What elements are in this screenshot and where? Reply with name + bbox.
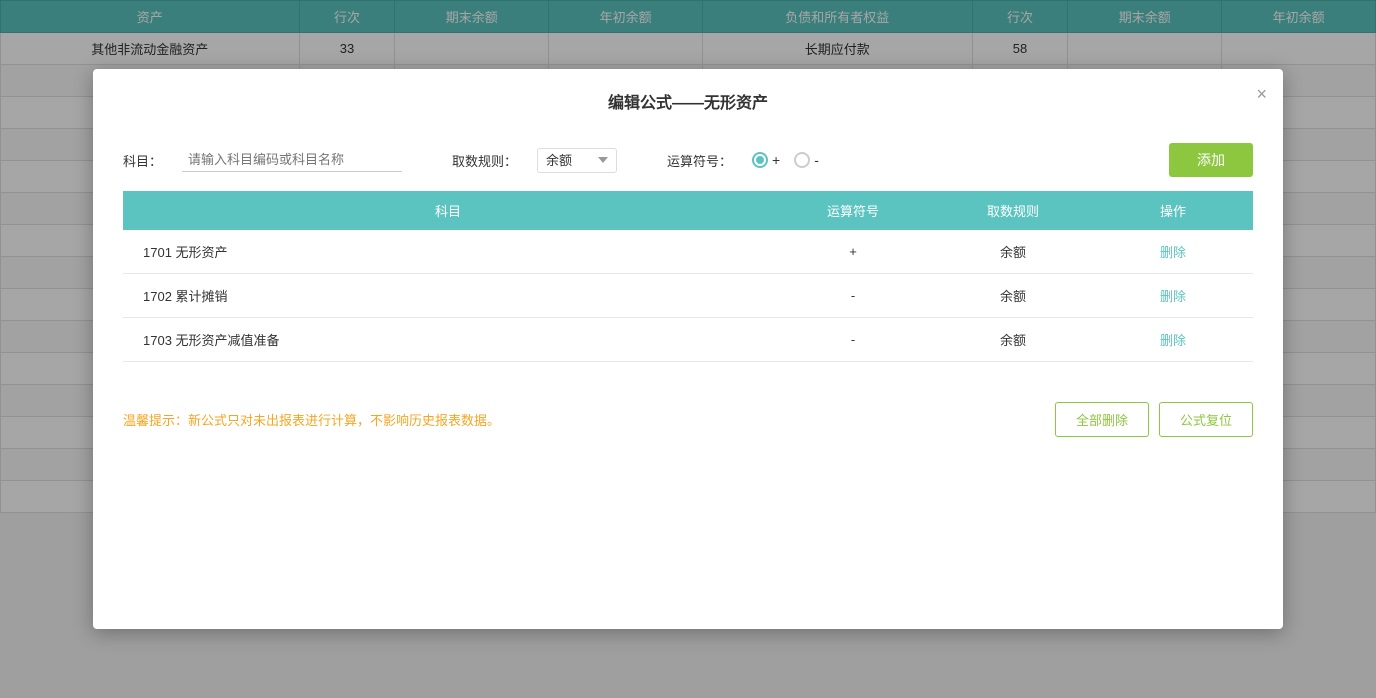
- formula-action: 删除: [1093, 274, 1253, 318]
- th-action: 操作: [1093, 191, 1253, 230]
- formula-subject: 1702 累计摊销: [123, 274, 773, 318]
- footer-buttons: 全部删除 公式复位: [1055, 402, 1253, 437]
- radio-plus-circle: [752, 152, 768, 168]
- delete-row-button[interactable]: 删除: [1160, 286, 1186, 305]
- operator-minus-radio[interactable]: -: [794, 152, 819, 168]
- formula-rule: 余额: [933, 230, 1093, 274]
- formula-operator: -: [773, 274, 933, 318]
- data-table-wrapper: 科目 运算符号 取数规则 操作 1701 无形资产+余额删除1702 累计摊销-…: [123, 191, 1253, 362]
- reset-formula-button[interactable]: 公式复位: [1159, 402, 1253, 437]
- modal-header: 编辑公式——无形资产 ×: [93, 69, 1283, 129]
- rule-select[interactable]: 余额 借方 贷方: [537, 148, 617, 173]
- radio-minus-circle: [794, 152, 810, 168]
- delete-row-button[interactable]: 删除: [1160, 242, 1186, 261]
- operator-minus-label: -: [814, 152, 819, 168]
- operator-plus-label: +: [772, 152, 780, 168]
- tip-text: 温馨提示：新公式只对未出报表进行计算，不影响历史报表数据。: [123, 410, 500, 429]
- modal-overlay: 编辑公式——无形资产 × 科目： 取数规则： 余额 借方 贷方 运算符号： +: [0, 0, 1376, 698]
- formula-row: 1703 无形资产减值准备-余额 删除: [123, 318, 1253, 362]
- operator-radio-group: + -: [752, 152, 819, 168]
- delete-all-button[interactable]: 全部删除: [1055, 402, 1149, 437]
- form-row: 科目： 取数规则： 余额 借方 贷方 运算符号： + -: [93, 129, 1283, 191]
- subject-input[interactable]: [182, 148, 402, 172]
- formula-table-header: 科目 运算符号 取数规则 操作: [123, 191, 1253, 230]
- formula-subject: 1703 无形资产减值准备: [123, 318, 773, 362]
- modal-footer: 温馨提示：新公式只对未出报表进行计算，不影响历史报表数据。 全部删除 公式复位: [93, 382, 1283, 437]
- operator-plus-radio[interactable]: +: [752, 152, 780, 168]
- formula-operator: -: [773, 318, 933, 362]
- modal-dialog: 编辑公式——无形资产 × 科目： 取数规则： 余额 借方 贷方 运算符号： +: [93, 69, 1283, 629]
- formula-action: 删除: [1093, 230, 1253, 274]
- th-operator: 运算符号: [773, 191, 933, 230]
- formula-row: 1701 无形资产+余额 删除: [123, 230, 1253, 274]
- delete-row-button[interactable]: 删除: [1160, 330, 1186, 349]
- formula-rule: 余额: [933, 274, 1093, 318]
- formula-action: 删除: [1093, 318, 1253, 362]
- modal-close-button[interactable]: ×: [1256, 85, 1267, 103]
- formula-rule: 余额: [933, 318, 1093, 362]
- formula-subject: 1701 无形资产: [123, 230, 773, 274]
- formula-table-body: 1701 无形资产+余额删除1702 累计摊销-余额删除1703 无形资产减值准…: [123, 230, 1253, 362]
- th-subject: 科目: [123, 191, 773, 230]
- rule-label: 取数规则：: [452, 151, 517, 170]
- rule-select-wrapper: 余额 借方 贷方: [537, 148, 617, 173]
- add-button[interactable]: 添加: [1169, 143, 1253, 177]
- subject-label: 科目：: [123, 151, 162, 170]
- formula-operator: +: [773, 230, 933, 274]
- operator-label: 运算符号：: [667, 151, 732, 170]
- modal-title: 编辑公式——无形资产: [608, 95, 768, 112]
- th-rule: 取数规则: [933, 191, 1093, 230]
- formula-table: 科目 运算符号 取数规则 操作 1701 无形资产+余额删除1702 累计摊销-…: [123, 191, 1253, 362]
- formula-row: 1702 累计摊销-余额 删除: [123, 274, 1253, 318]
